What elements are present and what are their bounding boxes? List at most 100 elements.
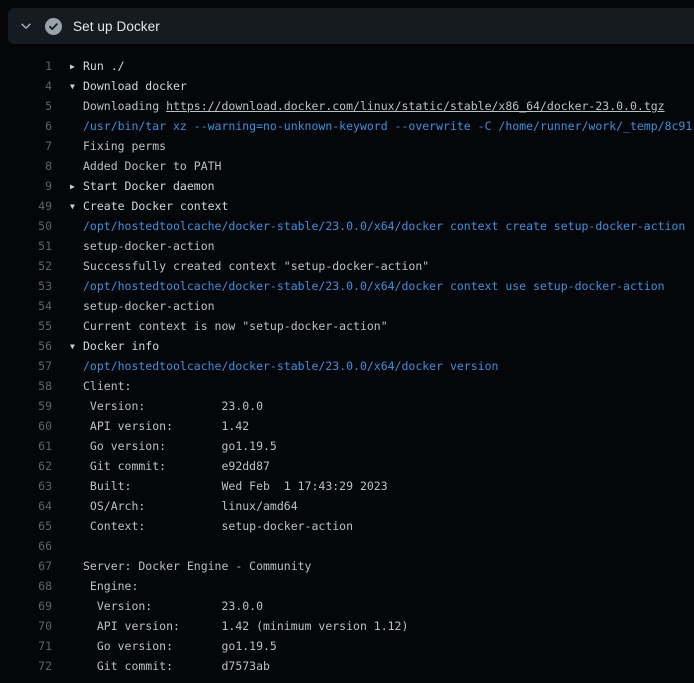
line-number[interactable]: 52 xyxy=(0,259,52,273)
line-number[interactable]: 6 xyxy=(0,119,52,133)
log-line-text: Built: Wed Feb 1 17:43:29 2023 xyxy=(83,479,388,493)
command-text: /usr/bin/tar xz --warning=no-unknown-key… xyxy=(83,119,692,133)
line-number[interactable]: 54 xyxy=(0,299,52,313)
command-text: /opt/hostedtoolcache/docker-stable/23.0.… xyxy=(83,279,665,293)
log-group-title: Start Docker daemon xyxy=(83,179,215,193)
line-number[interactable]: 53 xyxy=(0,279,52,293)
line-number[interactable]: 8 xyxy=(0,159,52,173)
log-line-text: Go version: go1.19.5 xyxy=(83,439,277,453)
log-line: 6/usr/bin/tar xz --warning=no-unknown-ke… xyxy=(0,116,694,136)
triangle-down-icon: ▼ xyxy=(70,202,83,211)
line-number[interactable]: 4 xyxy=(0,79,52,93)
log-group-title: Download docker xyxy=(83,79,187,93)
line-number[interactable]: 62 xyxy=(0,459,52,473)
log-line-text: Version: 23.0.0 xyxy=(83,599,263,613)
log-group-row[interactable]: 9 ▶Start Docker daemon xyxy=(0,176,694,196)
line-number[interactable]: 49 xyxy=(0,199,52,213)
log-line: 67 Server: Docker Engine - Community xyxy=(0,556,694,576)
log-group-row[interactable]: 49 ▼Create Docker context xyxy=(0,196,694,216)
log-line-text: Fixing perms xyxy=(83,139,166,153)
log-line: 52 Successfully created context "setup-do… xyxy=(0,256,694,276)
line-number[interactable]: 65 xyxy=(0,519,52,533)
step-title: Set up Docker xyxy=(73,19,160,34)
log-line: 63 Built: Wed Feb 1 17:43:29 2023 xyxy=(0,476,694,496)
command-text: /opt/hostedtoolcache/docker-stable/23.0.… xyxy=(83,359,498,373)
log-line: 61 Go version: go1.19.5 xyxy=(0,436,694,456)
log-line: 70 API version: 1.42 (minimum version 1.… xyxy=(0,616,694,636)
check-circle-icon xyxy=(45,18,62,35)
line-number[interactable]: 55 xyxy=(0,319,52,333)
line-number[interactable]: 60 xyxy=(0,419,52,433)
line-number[interactable]: 51 xyxy=(0,239,52,253)
line-number[interactable]: 69 xyxy=(0,599,52,613)
chevron-down-icon xyxy=(18,18,34,34)
triangle-right-icon: ▶ xyxy=(70,62,83,71)
line-number[interactable]: 72 xyxy=(0,659,52,673)
log-line: 54 setup-docker-action xyxy=(0,296,694,316)
log-line-text: API version: 1.42 xyxy=(83,419,249,433)
line-number[interactable]: 9 xyxy=(0,179,52,193)
line-number[interactable]: 7 xyxy=(0,139,52,153)
log-group-title: Run ./ xyxy=(83,59,125,73)
log-line-text: Successfully created context "setup-dock… xyxy=(83,259,429,273)
command-text: /opt/hostedtoolcache/docker-stable/23.0.… xyxy=(83,219,685,233)
log-line-text: /opt/hostedtoolcache/docker-stable/23.0.… xyxy=(83,219,685,233)
log-line-text: Engine: xyxy=(83,579,138,593)
log-line: 64 OS/Arch: linux/amd64 xyxy=(0,496,694,516)
log-line: 69 Version: 23.0.0 xyxy=(0,596,694,616)
log-line: 8 Added Docker to PATH xyxy=(0,156,694,176)
log-group-row[interactable]: 4▼Download docker xyxy=(0,76,694,96)
log-line-text: Server: Docker Engine - Community xyxy=(83,559,311,573)
log-line: 51 setup-docker-action xyxy=(0,236,694,256)
log-line-text: Git commit: d7573ab xyxy=(83,659,270,673)
triangle-right-icon: ▶ xyxy=(70,182,83,191)
line-number[interactable]: 68 xyxy=(0,579,52,593)
log-line: 7 Fixing perms xyxy=(0,136,694,156)
log-line-text: OS/Arch: linux/amd64 xyxy=(83,499,298,513)
line-number[interactable]: 57 xyxy=(0,359,52,373)
log-line-text: Downloading https://download.docker.com/… xyxy=(83,99,665,113)
triangle-down-icon: ▼ xyxy=(70,342,83,351)
line-number[interactable]: 50 xyxy=(0,219,52,233)
log-line-text: API version: 1.42 (minimum version 1.12) xyxy=(83,619,408,633)
line-number[interactable]: 1 xyxy=(0,59,52,73)
log-line: 60 API version: 1.42 xyxy=(0,416,694,436)
line-number[interactable]: 67 xyxy=(0,559,52,573)
log-line: 5 Downloading https://download.docker.com… xyxy=(0,96,694,116)
log-line: 55 Current context is now "setup-docker-a… xyxy=(0,316,694,336)
line-number[interactable]: 5 xyxy=(0,99,52,113)
line-number[interactable]: 56 xyxy=(0,339,52,353)
log-line: 59 Version: 23.0.0 xyxy=(0,396,694,416)
log-group-row[interactable]: 1 ▶Run ./ xyxy=(0,56,694,76)
line-number[interactable]: 66 xyxy=(0,539,52,553)
line-number[interactable]: 63 xyxy=(0,479,52,493)
log-line: 57/opt/hostedtoolcache/docker-stable/23.… xyxy=(0,356,694,376)
step-header-set-up-docker[interactable]: Set up Docker xyxy=(8,8,694,44)
line-number[interactable]: 64 xyxy=(0,499,52,513)
log-line-text: Current context is now "setup-docker-act… xyxy=(83,319,388,333)
log-group-row[interactable]: 56▼Docker info xyxy=(0,336,694,356)
line-number[interactable]: 61 xyxy=(0,439,52,453)
log-line: 71 Go version: go1.19.5 xyxy=(0,636,694,656)
log-line: 50/opt/hostedtoolcache/docker-stable/23.… xyxy=(0,216,694,236)
log-line-text: Version: 23.0.0 xyxy=(83,399,263,413)
line-number[interactable]: 70 xyxy=(0,619,52,633)
log-url-link[interactable]: https://download.docker.com/linux/static… xyxy=(166,99,665,113)
line-number[interactable]: 58 xyxy=(0,379,52,393)
log-line-text: setup-docker-action xyxy=(83,239,215,253)
log-line-text: Downloading xyxy=(83,99,166,113)
line-number[interactable]: 71 xyxy=(0,639,52,653)
log-line-text: /opt/hostedtoolcache/docker-stable/23.0.… xyxy=(83,279,665,293)
log-line: 53/opt/hostedtoolcache/docker-stable/23.… xyxy=(0,276,694,296)
log-line: 62 Git commit: e92dd87 xyxy=(0,456,694,476)
log-line-text: setup-docker-action xyxy=(83,299,215,313)
log-group-title: Create Docker context xyxy=(83,199,228,213)
log-viewer: 1▶Run ./4▼Download docker5Downloading ht… xyxy=(0,56,694,676)
log-line-text: Added Docker to PATH xyxy=(83,159,221,173)
log-line: 66 xyxy=(0,536,694,556)
log-line-text: Git commit: e92dd87 xyxy=(83,459,270,473)
line-number[interactable]: 59 xyxy=(0,399,52,413)
log-line-text: /usr/bin/tar xz --warning=no-unknown-key… xyxy=(83,119,692,133)
log-line-text: /opt/hostedtoolcache/docker-stable/23.0.… xyxy=(83,359,498,373)
log-line: 68 Engine: xyxy=(0,576,694,596)
